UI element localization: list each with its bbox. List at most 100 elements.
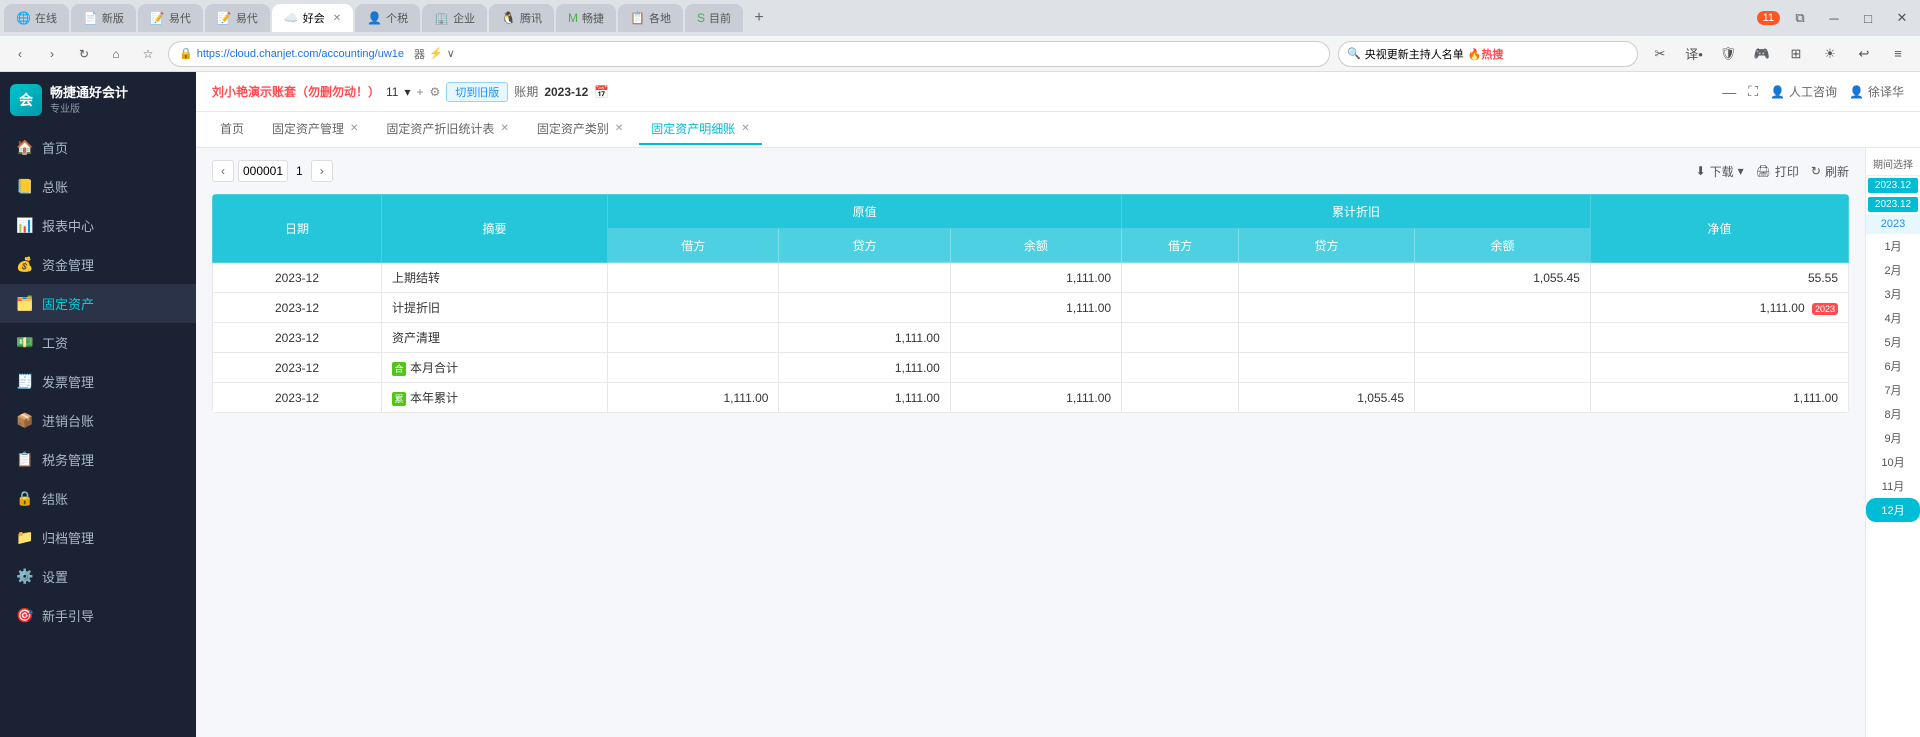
period-month-5[interactable]: 5月 — [1866, 330, 1920, 354]
sidebar-item-reports[interactable]: 📊 报表中心 — [0, 206, 196, 245]
tab-fixed-mgmt-close[interactable]: ✕ — [350, 123, 358, 134]
browser-tab-new[interactable]: 📄 新版 — [71, 4, 136, 32]
browser-tab-s[interactable]: S 目前 — [685, 4, 743, 32]
table-row: 2023-12 资产清理 1,111.00 — [213, 323, 1849, 353]
period-month-3[interactable]: 3月 — [1866, 282, 1920, 306]
settings-btn[interactable]: ⚙ — [430, 85, 441, 99]
restore-window-button[interactable]: ⧉ — [1786, 4, 1814, 32]
year-badge: 2023 — [1812, 303, 1838, 315]
browser-tab-yidai1[interactable]: 📝 易代 — [138, 4, 203, 32]
browser-tab-yidai2[interactable]: 📝 易代 — [205, 4, 270, 32]
period-month-7[interactable]: 7月 — [1866, 378, 1920, 402]
browser-tab-gedi[interactable]: 📋 各地 — [618, 4, 683, 32]
sidebar-item-fixed[interactable]: 🗂️ 固定资产 — [0, 284, 196, 323]
browser-tab-tencent[interactable]: 🐧 腾讯 — [489, 4, 554, 32]
address-bar[interactable]: 🔒 https://cloud.chanjet.com/accounting/u… — [168, 41, 1330, 67]
search-bar[interactable]: 🔍 央视更新主持人名单 🔥热搜 — [1338, 41, 1638, 67]
sidebar-item-funds[interactable]: 💰 资金管理 — [0, 245, 196, 284]
tab-fixed-detail[interactable]: 固定资产明细账 ✕ — [639, 114, 761, 145]
calendar-icon[interactable]: 📅 — [594, 85, 609, 99]
period-month-11[interactable]: 11月 — [1866, 474, 1920, 498]
support-button[interactable]: 👤 人工咨询 — [1770, 83, 1837, 100]
main-content: 刘小艳演示账套（勿删勿动！） 11 ▾ + ⚙ 切到旧版 账期 2023-12 … — [196, 72, 1920, 737]
period-month-2[interactable]: 2月 — [1866, 258, 1920, 282]
sidebar-item-home[interactable]: 🏠 首页 — [0, 128, 196, 167]
shield-button[interactable]: 🛡 — [1714, 40, 1742, 68]
close-window-button[interactable]: ✕ — [1888, 4, 1916, 32]
tab-close-icon[interactable]: ✕ — [333, 13, 341, 24]
back-button[interactable]: ‹ — [8, 42, 32, 66]
period-month-1[interactable]: 1月 — [1866, 234, 1920, 258]
sidebar-item-settings[interactable]: ⚙️ 设置 — [0, 557, 196, 596]
expand-icon[interactable]: ▾ — [404, 85, 410, 99]
period-month-8[interactable]: 8月 — [1866, 402, 1920, 426]
period-month-4[interactable]: 4月 — [1866, 306, 1920, 330]
fixed-assets-icon: 🗂️ — [16, 295, 34, 313]
tab-depreciation-stats-close[interactable]: ✕ — [500, 123, 508, 134]
brightness-button[interactable]: ☀ — [1816, 40, 1844, 68]
page-code-input[interactable] — [238, 160, 288, 182]
tab-fixed-detail-label: 固定资产明细账 — [651, 120, 735, 137]
cell-date: 2023-12 — [213, 323, 382, 353]
maximize-window-button[interactable]: □ — [1854, 4, 1882, 32]
add-account-button[interactable]: + — [417, 85, 424, 99]
sidebar-item-closing[interactable]: 🔒 结账 — [0, 479, 196, 518]
support-icon: 👤 — [1770, 85, 1785, 99]
reports-icon: 📊 — [16, 217, 34, 235]
menu-button[interactable]: ≡ — [1884, 40, 1912, 68]
grid-button[interactable]: ⊞ — [1782, 40, 1810, 68]
sidebar-item-guide[interactable]: 🎯 新手引导 — [0, 596, 196, 635]
reload-button[interactable]: ↻ — [72, 42, 96, 66]
col-orig-debit: 借方 — [608, 229, 779, 263]
scissors-button[interactable]: ✂ — [1646, 40, 1674, 68]
tab-fixed-detail-close[interactable]: ✕ — [741, 123, 749, 134]
cell-accum-balance: 1,055.45 — [1415, 263, 1591, 293]
bookmark-button[interactable]: ☆ — [136, 42, 160, 66]
browser-tab-changjie[interactable]: M 畅捷 — [556, 4, 616, 32]
period-month-10[interactable]: 10月 — [1866, 450, 1920, 474]
translate-button[interactable]: 译• — [1680, 40, 1708, 68]
forward-button[interactable]: › — [40, 42, 64, 66]
browser-chrome: 🌐 在线 📄 新版 📝 易代 📝 易代 ☁️ 好会 ✕ 👤 个税 🏢 企业 — [0, 0, 1920, 72]
minimize-panel-button[interactable]: — — [1722, 84, 1736, 100]
switch-version-button[interactable]: 切到旧版 — [446, 82, 508, 102]
download-button[interactable]: ⬇ 下载 ▾ — [1696, 163, 1744, 180]
closing-icon: 🔒 — [16, 490, 34, 508]
toolbar-right: ⬇ 下载 ▾ 🖨 打印 ↻ 刷新 — [1696, 163, 1849, 180]
period-year-2023[interactable]: 2023 — [1866, 214, 1920, 234]
sidebar-item-tax[interactable]: 📋 税务管理 — [0, 440, 196, 479]
tab-fixed-category[interactable]: 固定资产类别 ✕ — [525, 114, 635, 145]
period-month-9[interactable]: 9月 — [1866, 426, 1920, 450]
sidebar-item-inventory[interactable]: 📦 进销台账 — [0, 401, 196, 440]
sidebar-guide-label: 新手引导 — [42, 606, 94, 625]
refresh-button[interactable]: ↻ 刷新 — [1811, 163, 1849, 180]
tab-fixed-mgmt[interactable]: 固定资产管理 ✕ — [260, 114, 370, 145]
new-tab-button[interactable]: + — [745, 4, 773, 32]
browser-tab-online[interactable]: 🌐 在线 — [4, 4, 69, 32]
period-month-6[interactable]: 6月 — [1866, 354, 1920, 378]
expand-panel-button[interactable]: ⛶ — [1748, 83, 1758, 100]
period-month-12[interactable]: 12月 — [1866, 498, 1920, 522]
browser-tab-geshui[interactable]: 👤 个税 — [355, 4, 420, 32]
browser-tab-haohui[interactable]: ☁️ 好会 ✕ — [272, 4, 353, 32]
undo-button[interactable]: ↩ — [1850, 40, 1878, 68]
user-profile[interactable]: 👤 徐译华 — [1849, 83, 1904, 100]
browser-tab-qiye[interactable]: 🏢 企业 — [422, 4, 487, 32]
game-button[interactable]: 🎮 — [1748, 40, 1776, 68]
sidebar-item-invoice[interactable]: 🧾 发票管理 — [0, 362, 196, 401]
col-original-value: 原值 — [608, 195, 1122, 229]
minimize-window-button[interactable]: ─ — [1820, 4, 1848, 32]
cell-orig-credit: 1,111.00 — [779, 383, 950, 413]
period-selected-start: 2023.12 — [1868, 178, 1918, 193]
sidebar-item-salary[interactable]: 💵 工资 — [0, 323, 196, 362]
sidebar-item-ledger[interactable]: 📒 总账 — [0, 167, 196, 206]
sidebar-item-archive[interactable]: 📁 归档管理 — [0, 518, 196, 557]
home-nav-button[interactable]: ⌂ — [104, 42, 128, 66]
prev-page-button[interactable]: ‹ — [212, 160, 234, 182]
tab-home[interactable]: 首页 — [208, 114, 256, 145]
tab-fixed-category-close[interactable]: ✕ — [615, 123, 623, 134]
cell-orig-debit — [608, 353, 779, 383]
next-page-button[interactable]: › — [311, 160, 333, 182]
print-button[interactable]: 🖨 打印 — [1756, 163, 1799, 180]
tab-depreciation-stats[interactable]: 固定资产折旧统计表 ✕ — [374, 114, 520, 145]
